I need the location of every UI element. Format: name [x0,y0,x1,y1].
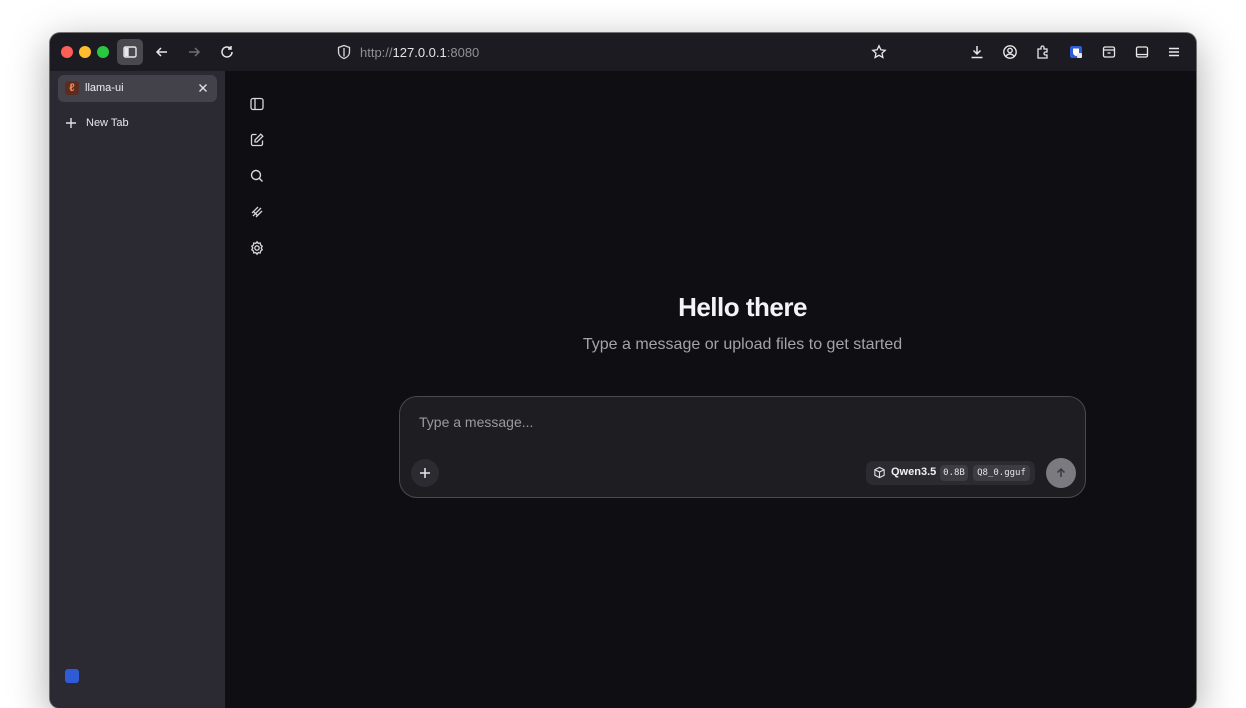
account-icon [1003,45,1017,59]
download-icon [971,46,983,59]
page-content: Hello there Type a message or upload fil… [225,71,1196,708]
greeting-heading: Hello there [678,292,807,322]
archive-icon [1102,46,1116,58]
close-icon[interactable] [196,81,210,95]
llama-favicon-icon: ℓ [65,81,79,95]
account-button[interactable] [997,39,1023,65]
zoom-window-button[interactable] [97,46,109,58]
puzzle-icon [1037,45,1048,59]
settings-icon[interactable] [249,240,265,256]
sidebar-toggle-button[interactable] [117,39,143,65]
shield-icon [337,44,351,60]
new-chat-icon[interactable] [249,132,265,148]
arrow-left-icon [155,47,167,57]
cube-icon [874,466,885,479]
attach-button[interactable] [411,459,439,487]
plus-icon [420,468,430,478]
model-selector[interactable]: Qwen3.5 0.8B Q8_0.gguf [866,461,1035,485]
new-tab-button[interactable]: New Tab [64,115,204,131]
minimize-window-button[interactable] [79,46,91,58]
tab-sidebar: ℓ llama-ui New Tab [50,71,225,708]
reader-view-button[interactable] [1129,39,1155,65]
search-icon[interactable] [249,168,265,184]
sidebar-icon [123,46,137,58]
send-button[interactable] [1046,458,1076,488]
menu-button[interactable] [1161,39,1187,65]
url-host: 127.0.0.1 [392,45,447,60]
model-quant-badge: Q8_0.gguf [973,465,1030,481]
downloads-button[interactable] [964,39,990,65]
hamburger-menu-icon [1169,47,1179,57]
bookmark-button[interactable] [866,39,892,65]
bitwarden-icon [1070,46,1082,58]
arrow-up-icon [1056,467,1066,477]
extensions-button[interactable] [1030,39,1056,65]
browser-toolbar: http://127.0.0.1:8080 [50,33,1196,71]
greeting-subtitle: Type a message or upload files to get st… [582,336,903,353]
url-text: http://127.0.0.1:8080 [360,45,479,60]
bitwarden-icon[interactable] [65,669,79,683]
tab-llama-ui[interactable]: ℓ llama-ui [58,75,217,102]
panel-icon [1135,46,1149,58]
model-name: Qwen3.5 [891,466,937,478]
tab-title: llama-ui [85,82,124,94]
message-composer: Qwen3.5 0.8B Q8_0.gguf [399,396,1086,498]
reload-icon [221,46,233,58]
containers-button[interactable] [1096,39,1122,65]
forward-button[interactable] [181,39,207,65]
sidebar-toggle-icon[interactable] [249,96,265,112]
message-input[interactable] [417,411,1021,433]
arrow-right-icon [189,47,201,57]
url-scheme: http:// [360,45,393,60]
model-size-badge: 0.8B [940,465,968,481]
bitwarden-extension-button[interactable] [1063,39,1089,65]
back-button[interactable] [149,39,175,65]
browser-window: http://127.0.0.1:8080 ℓ llama-ui New Tab… [50,33,1196,708]
tools-icon[interactable] [249,204,265,220]
new-tab-label: New Tab [86,117,129,129]
address-bar[interactable]: http://127.0.0.1:8080 [330,38,890,66]
star-icon [871,44,887,59]
reload-button[interactable] [214,39,240,65]
url-port: :8080 [446,45,480,60]
plus-icon [66,118,76,128]
close-window-button[interactable] [61,46,73,58]
